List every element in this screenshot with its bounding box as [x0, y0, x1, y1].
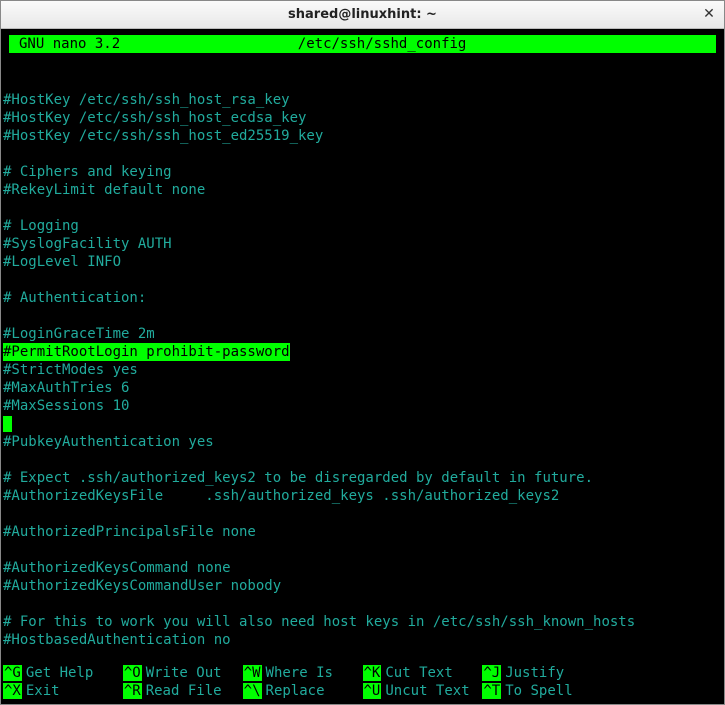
shortcut-label: Replace	[266, 683, 325, 699]
shortcut-label: Uncut Text	[385, 683, 469, 699]
selected-text: #PermitRootLogin prohibit-password	[3, 343, 290, 361]
shortcut[interactable]: ^J Justify	[482, 664, 602, 682]
shortcut[interactable]: ^R Read File	[123, 682, 243, 700]
shortcut[interactable]: ^W Where Is	[243, 664, 363, 682]
editor-line: # Ciphers and keying	[3, 163, 722, 181]
shortcut-label: Cut Text	[385, 665, 452, 681]
editor-line: #HostKey /etc/ssh/ssh_host_rsa_key	[3, 91, 722, 109]
shortcut-bar: ^G Get Help^O Write Out^W Where Is^K Cut…	[1, 664, 724, 704]
shortcut-key: ^R	[123, 683, 142, 699]
editor-line: #StrictModes yes	[3, 361, 722, 379]
shortcut[interactable]: ^K Cut Text	[363, 664, 483, 682]
editor-area[interactable]: #HostKey /etc/ssh/ssh_host_rsa_key#HostK…	[1, 53, 724, 664]
editor-line: #HostKey /etc/ssh/ssh_host_ecdsa_key	[3, 109, 722, 127]
shortcut-key: ^W	[243, 665, 262, 681]
shortcut-label: Justify	[505, 665, 564, 681]
editor-line: #PubkeyAuthentication yes	[3, 433, 722, 451]
editor-line: #MaxSessions 10	[3, 397, 722, 415]
shortcut-key: ^T	[482, 683, 501, 699]
editor-line: #LoginGraceTime 2m	[3, 325, 722, 343]
editor-line: # For this to work you will also need ho…	[3, 613, 722, 631]
editor-line: #MaxAuthTries 6	[3, 379, 722, 397]
editor-line: #LogLevel INFO	[3, 253, 722, 271]
editor-line: #AuthorizedKeysCommandUser nobody	[3, 577, 722, 595]
shortcut-label: To Spell	[505, 683, 572, 699]
shortcut-label: Write Out	[146, 665, 222, 681]
shortcut[interactable]: ^\ Replace	[243, 682, 363, 700]
shortcut-key: ^J	[482, 665, 501, 681]
shortcut-key: ^X	[3, 683, 22, 699]
shortcut-key: ^G	[3, 665, 22, 681]
editor-line: # Logging	[3, 217, 722, 235]
editor-line	[3, 55, 722, 73]
window-title: shared@linuxhint: ~	[288, 7, 437, 22]
editor-line	[3, 595, 722, 613]
editor-line: #AuthorizedPrincipalsFile none	[3, 523, 722, 541]
editor-line: #AuthorizedKeysFile .ssh/authorized_keys…	[3, 487, 722, 505]
editor-line	[3, 73, 722, 91]
shortcut-label: Exit	[26, 683, 60, 699]
editor-line	[3, 145, 722, 163]
editor-line	[3, 541, 722, 559]
editor-line: #AuthorizedKeysCommand none	[3, 559, 722, 577]
titlebar: shared@linuxhint: ~ ✕	[1, 1, 724, 29]
shortcut[interactable]: ^U Uncut Text	[363, 682, 483, 700]
editor-line: #HostKey /etc/ssh/ssh_host_ed25519_key	[3, 127, 722, 145]
close-icon[interactable]: ✕	[700, 5, 718, 23]
shortcut-key: ^\	[243, 683, 262, 699]
editor-line: #RekeyLimit default none	[3, 181, 722, 199]
shortcut	[602, 664, 722, 682]
shortcut-label: Where Is	[266, 665, 333, 681]
shortcut	[602, 682, 722, 700]
shortcut-key: ^U	[363, 683, 382, 699]
editor-line: # Authentication:	[3, 289, 722, 307]
nano-filename: /etc/ssh/sshd_config	[120, 35, 714, 53]
shortcut[interactable]: ^O Write Out	[123, 664, 243, 682]
cursor	[3, 416, 12, 432]
editor-line: #SyslogFacility AUTH	[3, 235, 722, 253]
editor-line: #HostbasedAuthentication no	[3, 631, 722, 649]
editor-line	[3, 415, 722, 433]
editor-line: # Expect .ssh/authorized_keys2 to be dis…	[3, 469, 722, 487]
shortcut[interactable]: ^X Exit	[3, 682, 123, 700]
nano-version: GNU nano 3.2	[11, 35, 120, 53]
editor-line	[3, 505, 722, 523]
shortcut-key: ^O	[123, 665, 142, 681]
editor-line	[3, 199, 722, 217]
shortcut[interactable]: ^G Get Help	[3, 664, 123, 682]
terminal-window: shared@linuxhint: ~ ✕ GNU nano 3.2 /etc/…	[0, 0, 725, 705]
editor-line: #PermitRootLogin prohibit-password	[3, 343, 722, 361]
editor-line	[3, 451, 722, 469]
shortcut[interactable]: ^T To Spell	[482, 682, 602, 700]
editor-line	[3, 271, 722, 289]
nano-header: GNU nano 3.2 /etc/ssh/sshd_config	[9, 35, 716, 53]
shortcut-key: ^K	[363, 665, 382, 681]
shortcut-label: Read File	[146, 683, 222, 699]
shortcut-label: Get Help	[26, 665, 93, 681]
editor-line	[3, 307, 722, 325]
